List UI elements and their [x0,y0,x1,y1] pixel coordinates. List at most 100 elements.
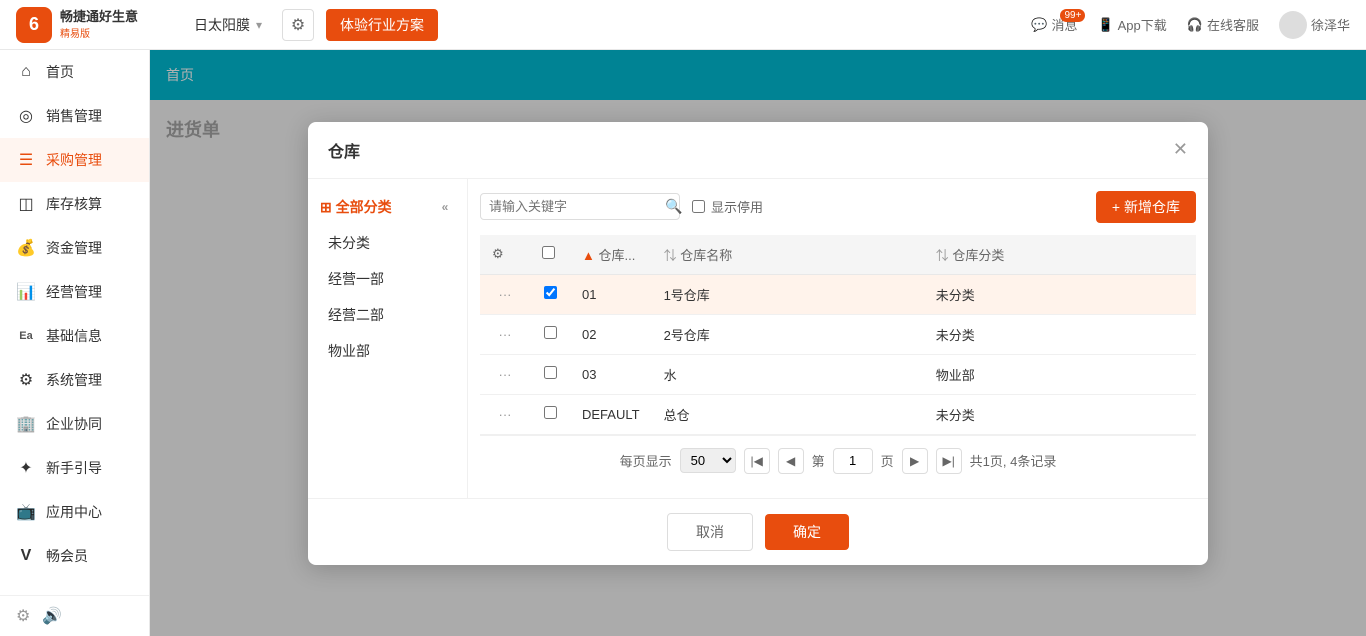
trial-button[interactable]: 体验行业方案 [326,9,438,41]
row-code-2: 03 [570,354,652,394]
first-page-button[interactable]: |◀ [744,448,770,474]
store-selector[interactable]: 日太阳膜 ▾ [186,11,270,39]
category-label-ops2: 经营二部 [328,307,384,323]
page-number-input[interactable] [833,448,873,474]
search-box[interactable]: 🔍 [480,193,680,220]
show-disabled-label[interactable]: 显示停用 [692,197,763,216]
row-check-0[interactable] [530,274,570,314]
all-categories-label: 全部分类 [336,199,392,215]
sidebar-label-inventory: 库存核算 [46,194,102,214]
pagination-summary: 共1页, 4条记录 [970,451,1057,470]
category-item-ops2[interactable]: 经营二部 [308,297,467,333]
app-icon: 📱 [1097,17,1113,33]
row-check-3[interactable] [530,394,570,434]
sidebar-item-home[interactable]: ⌂ 首页 [0,50,149,94]
confirm-button[interactable]: 确定 [765,514,849,550]
search-input[interactable] [489,199,665,214]
table-row[interactable]: ··· DEFAULT 总仓 未分类 [480,394,1196,434]
headset-icon: 🎧 [1187,17,1203,33]
category-panel: ⊞ 全部分类 « 未分类 经营一部 经营二部 [308,179,468,498]
messages-item[interactable]: 💬 消息 99+ [1031,15,1077,34]
category-item-unclassified[interactable]: 未分类 [308,225,467,261]
sidebar-item-inventory[interactable]: ◫ 库存核算 [0,182,149,226]
modal-header: 仓库 ✕ [308,122,1208,179]
sidebar-item-system[interactable]: ⚙ 系统管理 [0,358,149,402]
select-all-checkbox[interactable] [542,246,555,259]
sidebar-item-basic[interactable]: Ea 基础信息 [0,314,149,358]
sort-icon2: ⇅ [664,248,677,263]
app-download-item[interactable]: 📱 App下载 [1097,15,1166,34]
table-panel: 🔍 显示停用 + 新增仓库 [468,179,1208,498]
volume-icon[interactable]: 🔊 [42,606,62,626]
warehouse-table: ⚙ ▲ 仓库... [480,235,1196,435]
row-category-1: 未分类 [924,314,1196,354]
add-warehouse-button[interactable]: + 新增仓库 [1096,191,1196,223]
row-gear-3[interactable]: ··· [480,394,530,434]
sidebar-label-home: 首页 [46,62,74,82]
th-check [530,235,570,275]
sidebar-item-member[interactable]: V 畅会员 [0,534,149,578]
row-name-2: 水 [652,354,924,394]
sidebar-item-operation[interactable]: 📊 经营管理 [0,270,149,314]
row-checkbox-1[interactable] [544,326,557,339]
online-service-item[interactable]: 🎧 在线客服 [1187,15,1259,34]
row-check-2[interactable] [530,354,570,394]
settings-button[interactable]: ⚙ [282,9,314,41]
sidebar-label-apps: 应用中心 [46,502,102,522]
modal-title: 仓库 [328,138,360,162]
table-row[interactable]: ··· 03 水 物业部 [480,354,1196,394]
sidebar-item-sales[interactable]: ◎ 销售管理 [0,94,149,138]
category-item-ops1[interactable]: 经营一部 [308,261,467,297]
prev-page-button[interactable]: ◀ [778,448,804,474]
main-layout: ⌂ 首页 ◎ 销售管理 ☰ 采购管理 ◫ 库存核算 💰 资金管理 📊 经营管理 … [0,50,1366,636]
row-checkbox-2[interactable] [544,366,557,379]
show-disabled-checkbox[interactable] [692,200,705,213]
last-page-button[interactable]: ▶| [936,448,962,474]
th-gear[interactable]: ⚙ [480,235,530,275]
category-label-property: 物业部 [328,343,370,359]
th-warehouse-name: ⇅ 仓库名称 [652,235,924,275]
page-size-label: 每页显示 [620,451,672,470]
row-gear-0[interactable]: ··· [480,274,530,314]
brand-name: 畅捷通好生意 [60,9,138,25]
user-name: 徐泽华 [1311,15,1350,34]
cancel-button[interactable]: 取消 [667,513,753,551]
row-category-0: 未分类 [924,274,1196,314]
row-gear-1[interactable]: ··· [480,314,530,354]
user-item[interactable]: 徐泽华 [1279,11,1350,39]
sidebar-item-guide[interactable]: ✦ 新手引导 [0,446,149,490]
brand-text: 畅捷通好生意 精易版 [60,9,138,40]
table-row[interactable]: ··· 02 2号仓库 未分类 [480,314,1196,354]
row-code-1: 02 [570,314,652,354]
content-area: 首页 进货单 仓库 ✕ ⊞ [150,50,1366,636]
row-checkbox-0[interactable] [544,286,557,299]
operation-icon: 📊 [16,282,36,302]
page-size-select[interactable]: 50 100 [680,448,736,473]
brand-sub: 精易版 [60,25,138,40]
modal-close-button[interactable]: ✕ [1173,139,1188,160]
next-page-button[interactable]: ▶ [902,448,928,474]
row-check-1[interactable] [530,314,570,354]
row-checkbox-3[interactable] [544,406,557,419]
home-icon: ⌂ [16,63,36,81]
gear-icon: ⚙ [291,15,305,35]
collapse-icon[interactable]: « [435,197,455,217]
settings-bottom-icon[interactable]: ⚙ [16,606,30,626]
table-toolbar: 🔍 显示停用 + 新增仓库 [480,191,1196,223]
category-item-property[interactable]: 物业部 [308,333,467,369]
sidebar-label-system: 系统管理 [46,370,102,390]
sidebar: ⌂ 首页 ◎ 销售管理 ☰ 采购管理 ◫ 库存核算 💰 资金管理 📊 经营管理 … [0,50,150,636]
modal-footer: 取消 确定 [308,498,1208,565]
table-row[interactable]: ··· 01 1号仓库 未分类 [480,274,1196,314]
all-categories-item[interactable]: ⊞ 全部分类 « [308,189,467,225]
sidebar-item-enterprise[interactable]: 🏢 企业协同 [0,402,149,446]
sidebar-item-apps[interactable]: 📺 应用中心 [0,490,149,534]
sidebar-item-purchase[interactable]: ☰ 采购管理 [0,138,149,182]
message-icon: 💬 [1031,17,1047,33]
sidebar-item-finance[interactable]: 💰 资金管理 [0,226,149,270]
row-gear-2[interactable]: ··· [480,354,530,394]
show-disabled-text: 显示停用 [711,197,763,216]
app-label: App下载 [1118,15,1167,34]
apps-icon: 📺 [16,502,36,522]
sidebar-label-basic: 基础信息 [46,326,102,346]
